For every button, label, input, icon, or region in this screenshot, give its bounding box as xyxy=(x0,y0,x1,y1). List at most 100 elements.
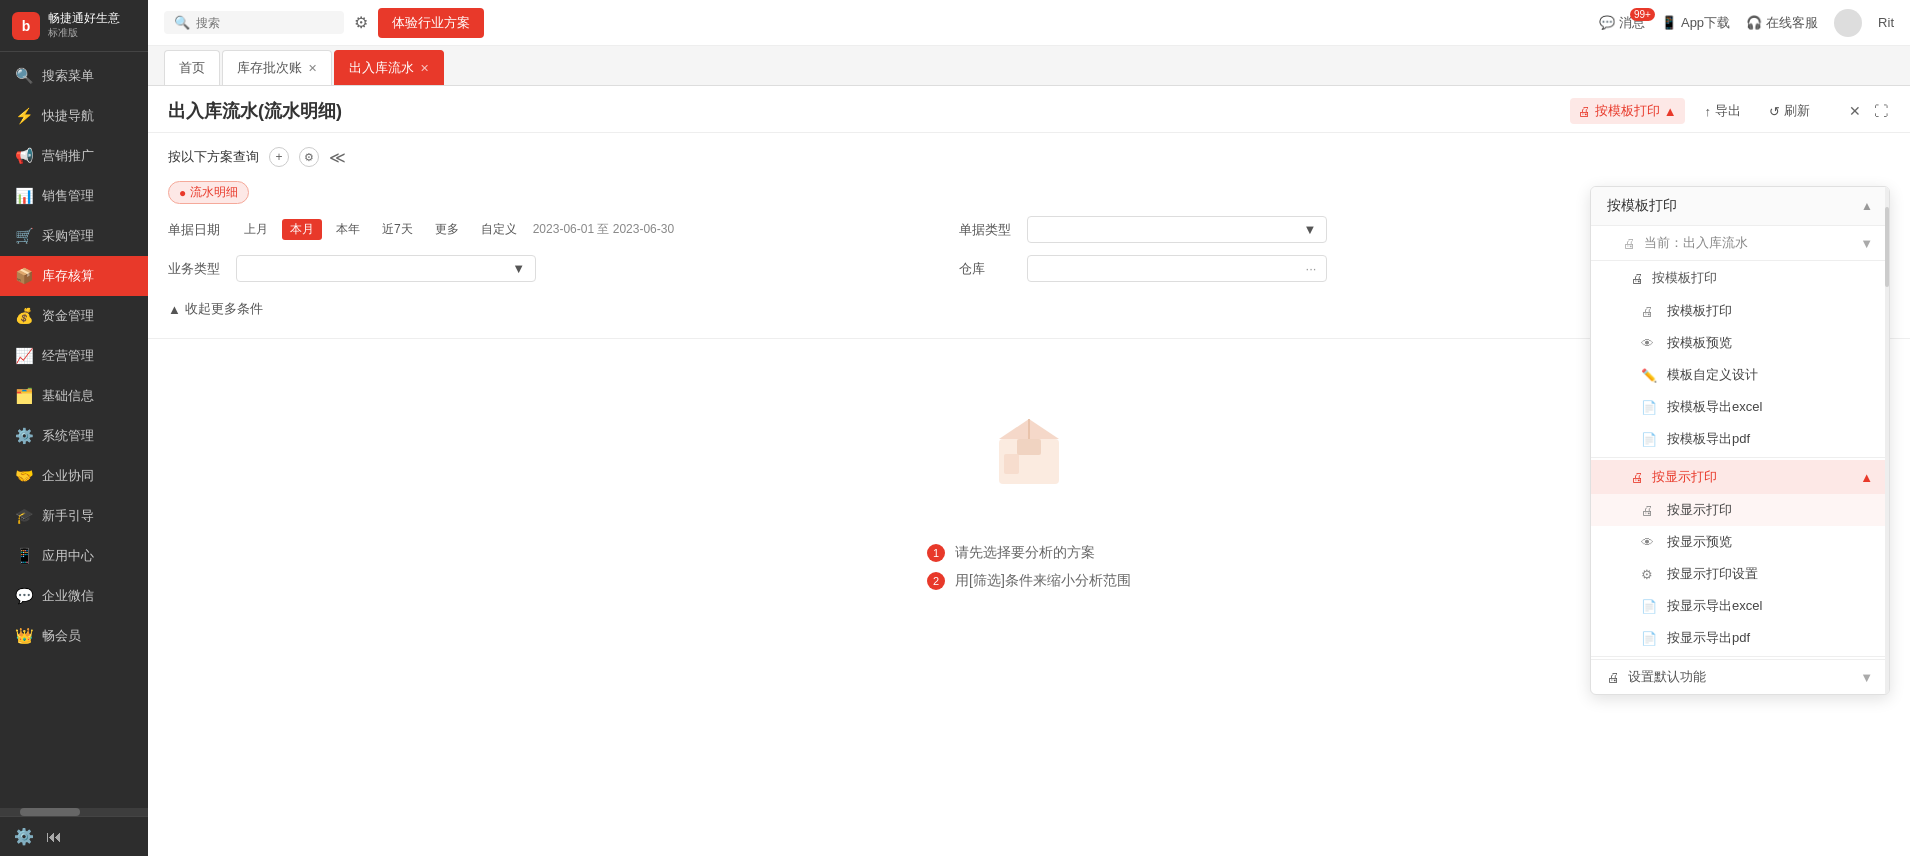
filter-collapse-icon[interactable]: ≪ xyxy=(329,148,346,167)
logo-name: 畅捷通好生意 xyxy=(48,11,120,27)
user-avatar[interactable] xyxy=(1834,9,1862,37)
sidebar-item-purchase[interactable]: 🛒 采购管理 xyxy=(0,216,148,256)
window-controls: ✕ ⛶ xyxy=(1846,102,1890,120)
dp-item-display-print-settings[interactable]: ⚙ 按显示打印设置 xyxy=(1591,558,1889,590)
inventory-icon: 📦 xyxy=(14,266,34,286)
purchase-icon: 🛒 xyxy=(14,226,34,246)
page-header: 出入库流水(流水明细) 🖨 按模板打印 ▲ ↑ 导出 ↺ 刷新 ✕ ⛶ xyxy=(148,86,1910,133)
dp-footer-icon: 🖨 xyxy=(1607,670,1620,685)
message-icon: 💬 xyxy=(1599,15,1615,30)
filter-settings-button[interactable]: ⚙ xyxy=(299,147,319,167)
warehouse-ellipsis: ··· xyxy=(1306,261,1317,276)
sidebar-item-app-center[interactable]: 📱应用中心 xyxy=(0,536,148,576)
industry-solution-button[interactable]: 体验行业方案 xyxy=(378,8,484,38)
display-print-section-arrow: ▲ xyxy=(1860,470,1873,485)
tab-inventory-flow[interactable]: 出入库流水✕ xyxy=(334,50,444,85)
template-print-section-icon: 🖨 xyxy=(1631,271,1644,286)
filter-label: 按以下方案查询 xyxy=(168,148,259,166)
date-shortcut-自定义[interactable]: 自定义 xyxy=(473,219,525,240)
sidebar-item-marketing[interactable]: 📢 营销推广 xyxy=(0,136,148,176)
sidebar-label-operation: 经营管理 xyxy=(42,347,94,365)
dp-item-display-pdf[interactable]: 📄 按显示导出pdf xyxy=(1591,622,1889,654)
sidebar-item-member[interactable]: 👑畅会员 xyxy=(0,616,148,656)
window-close-icon[interactable]: ✕ xyxy=(1846,102,1864,120)
dropdown-current-icon: 🖨 xyxy=(1623,236,1636,251)
template-print-button[interactable]: 🖨 按模板打印 ▲ xyxy=(1570,98,1685,124)
sidebar-item-wechat[interactable]: 💬企业微信 xyxy=(0,576,148,616)
chevron-up-icon: ▲ xyxy=(1664,104,1677,119)
search-input[interactable] xyxy=(196,16,316,30)
refresh-icon: ↺ xyxy=(1769,104,1780,119)
date-shortcut-近7天[interactable]: 近7天 xyxy=(374,219,421,240)
sidebar-item-sales[interactable]: 📊销售管理 xyxy=(0,176,148,216)
marketing-icon: 📢 xyxy=(14,146,34,166)
template-print-section: 🖨 按模板打印 🖨 按模板打印 👁 按模板预览 ✏️ 模板自定义设计 xyxy=(1591,261,1889,455)
dp-item-display-print[interactable]: 🖨 按显示打印 xyxy=(1591,494,1889,526)
date-shortcut-本月[interactable]: 本月 xyxy=(282,219,322,240)
window-expand-icon[interactable]: ⛶ xyxy=(1872,102,1890,120)
dropdown-footer[interactable]: 🖨 设置默认功能 ▼ xyxy=(1591,659,1889,694)
sidebar-item-guide[interactable]: 🎓新手引导 xyxy=(0,496,148,536)
sidebar-item-finance[interactable]: 💰资金管理 xyxy=(0,296,148,336)
sidebar-collapse-icon[interactable]: ⏮ xyxy=(46,828,62,846)
filter-tag-item[interactable]: ● 流水明细 xyxy=(168,181,249,204)
doc-type-select[interactable]: ▼ xyxy=(1027,216,1327,243)
collapse-button[interactable]: ▲ 收起更多条件 xyxy=(168,294,263,324)
dropdown-collapse-arrow[interactable]: ▲ xyxy=(1861,199,1873,213)
content-area: 出入库流水(流水明细) 🖨 按模板打印 ▲ ↑ 导出 ↺ 刷新 ✕ ⛶ xyxy=(148,86,1910,856)
member-icon: 👑 xyxy=(14,626,34,646)
export-button[interactable]: ↑ 导出 xyxy=(1697,98,1750,124)
dp-item-template-excel[interactable]: 📄 按模板导出excel xyxy=(1591,391,1889,423)
tab-close-batch-account[interactable]: ✕ xyxy=(308,62,317,75)
topbar-search-box[interactable]: 🔍 xyxy=(164,11,344,34)
template-print-label: 按模板打印 xyxy=(1595,102,1660,120)
tab-bar: 首页库存批次账✕出入库流水✕ xyxy=(148,46,1910,86)
logo-sub: 标准版 xyxy=(48,26,120,40)
sidebar-label-purchase: 采购管理 xyxy=(42,227,94,245)
sidebar-scrollbar[interactable] xyxy=(0,808,148,816)
warehouse-select[interactable]: ··· xyxy=(1027,255,1327,282)
sidebar-label-marketing: 营销推广 xyxy=(42,147,94,165)
sidebar-item-basic[interactable]: 🗂️基础信息 xyxy=(0,376,148,416)
svg-rect-2 xyxy=(1017,439,1041,455)
template-print-section-header[interactable]: 🖨 按模板打印 xyxy=(1591,261,1889,295)
message-badge: 99+ xyxy=(1630,8,1655,21)
display-print-section-header[interactable]: 🖨 按显示打印 ▲ xyxy=(1591,460,1889,494)
dp-item-template-print[interactable]: 🖨 按模板打印 xyxy=(1591,295,1889,327)
sidebar-item-inventory[interactable]: 📦库存核算 xyxy=(0,256,148,296)
sidebar-item-cooperation[interactable]: 🤝企业协同 xyxy=(0,456,148,496)
date-shortcut-更多[interactable]: 更多 xyxy=(427,219,467,240)
refresh-label: 刷新 xyxy=(1784,102,1810,120)
business-type-select[interactable]: ▼ xyxy=(236,255,536,282)
dp-item-template-custom[interactable]: ✏️ 模板自定义设计 xyxy=(1591,359,1889,391)
sidebar-item-operation[interactable]: 📈经营管理 xyxy=(0,336,148,376)
dp-item-display-excel[interactable]: 📄 按显示导出excel xyxy=(1591,590,1889,622)
doc-type-chevron: ▼ xyxy=(1304,222,1317,237)
customer-service-btn[interactable]: 🎧 在线客服 xyxy=(1746,14,1818,32)
dropdown-scrollbar[interactable] xyxy=(1885,187,1889,694)
date-shortcut-本年[interactable]: 本年 xyxy=(328,219,368,240)
app-download-btn[interactable]: 📱 App下载 xyxy=(1661,14,1730,32)
sidebar-item-search[interactable]: 🔍 搜索菜单 xyxy=(0,56,148,96)
filter-add-button[interactable]: + xyxy=(269,147,289,167)
sidebar-label-search: 搜索菜单 xyxy=(42,67,94,85)
tab-batch-account[interactable]: 库存批次账✕ xyxy=(222,50,332,85)
dp-item-display-preview[interactable]: 👁 按显示预览 xyxy=(1591,526,1889,558)
topbar-gear-icon[interactable]: ⚙ xyxy=(354,13,368,32)
dp-item-template-preview[interactable]: 👁 按模板预览 xyxy=(1591,327,1889,359)
sidebar-item-quick-nav[interactable]: ⚡快捷导航 xyxy=(0,96,148,136)
date-label: 单据日期 xyxy=(168,221,228,239)
tab-close-inventory-flow[interactable]: ✕ xyxy=(420,62,429,75)
refresh-button[interactable]: ↺ 刷新 xyxy=(1761,98,1818,124)
tab-home[interactable]: 首页 xyxy=(164,50,220,85)
sidebar-settings-icon[interactable]: ⚙️ xyxy=(14,827,34,846)
dp-item-template-pdf[interactable]: 📄 按模板导出pdf xyxy=(1591,423,1889,455)
date-shortcut-上月[interactable]: 上月 xyxy=(236,219,276,240)
message-btn[interactable]: 💬 消息 99+ xyxy=(1599,14,1645,32)
sidebar-item-system[interactable]: ⚙️系统管理 xyxy=(0,416,148,456)
dp-edit-icon: ✏️ xyxy=(1641,368,1657,383)
search-icon: 🔍 xyxy=(14,66,34,86)
collapse-label: 收起更多条件 xyxy=(185,300,263,318)
main-area: 🔍 ⚙ 体验行业方案 💬 消息 99+ 📱 App下载 🎧 在线客服 Rit xyxy=(148,0,1910,856)
date-field: 单据日期 上月本月本年近7天更多自定义 2023-06-01 至 2023-06… xyxy=(168,219,943,240)
